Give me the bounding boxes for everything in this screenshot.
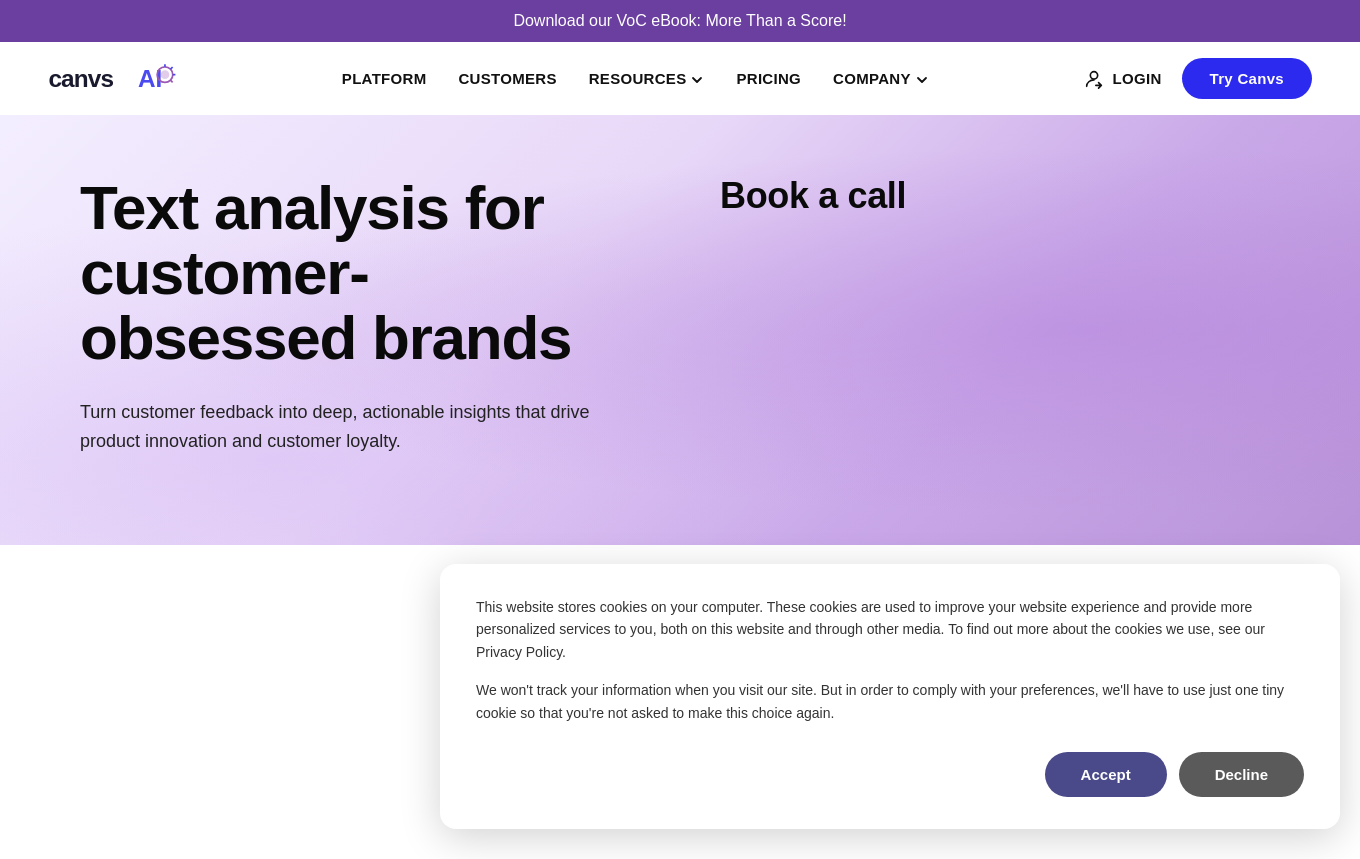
announcement-text: Download our VoC eBook: More Than a Scor… xyxy=(513,12,846,29)
hero-right: Book a call xyxy=(640,175,1280,217)
nav-link-platform[interactable]: PLATFORM xyxy=(342,70,427,87)
hero-section: Text analysis for customer-obsessed bran… xyxy=(0,115,1360,545)
nav-links: PLATFORM CUSTOMERS RESOURCES PRICING COM… xyxy=(342,70,929,87)
svg-point-8 xyxy=(1090,71,1097,78)
cookie-decline-button[interactable]: Decline xyxy=(1179,752,1304,765)
svg-text:canvs: canvs xyxy=(48,64,113,91)
nav-item-company[interactable]: COMPANY xyxy=(833,70,929,87)
nav-link-pricing[interactable]: PRICING xyxy=(736,70,801,87)
nav-right: LOGIN Try Canvs xyxy=(1083,58,1312,99)
hero-title: Text analysis for customer-obsessed bran… xyxy=(80,175,640,370)
cookie-text-1: This website stores cookies on your comp… xyxy=(476,596,1304,663)
cookie-text-2: We won't track your information when you… xyxy=(476,679,1304,724)
nav-item-pricing[interactable]: PRICING xyxy=(736,70,801,87)
login-link[interactable]: LOGIN xyxy=(1083,68,1162,90)
cookie-buttons: Accept Decline xyxy=(476,752,1304,765)
cookie-banner: This website stores cookies on your comp… xyxy=(440,564,1340,765)
announcement-bar[interactable]: Download our VoC eBook: More Than a Scor… xyxy=(0,0,1360,42)
login-icon xyxy=(1083,68,1105,90)
svg-line-7 xyxy=(171,80,173,82)
svg-line-6 xyxy=(171,67,173,69)
try-canvs-button[interactable]: Try Canvs xyxy=(1182,58,1312,99)
hero-left: Text analysis for customer-obsessed bran… xyxy=(80,175,640,456)
svg-point-3 xyxy=(161,70,170,79)
login-label: LOGIN xyxy=(1113,70,1162,87)
logo-svg: canvs AI xyxy=(48,59,188,99)
nav-link-customers[interactable]: CUSTOMERS xyxy=(458,70,556,87)
nav-item-resources[interactable]: RESOURCES xyxy=(589,70,705,87)
nav-item-customers[interactable]: CUSTOMERS xyxy=(458,70,556,87)
nav-item-platform[interactable]: PLATFORM xyxy=(342,70,427,87)
navbar: canvs AI PLATFORM CUSTOMERS RESOURCES xyxy=(0,42,1360,115)
chevron-down-icon xyxy=(690,73,704,87)
hero-subtitle: Turn customer feedback into deep, action… xyxy=(80,398,600,456)
logo-link[interactable]: canvs AI xyxy=(48,59,188,99)
chevron-down-icon-2 xyxy=(915,73,929,87)
nav-link-company[interactable]: COMPANY xyxy=(833,70,929,87)
cookie-accept-button[interactable]: Accept xyxy=(1045,752,1167,765)
nav-link-resources[interactable]: RESOURCES xyxy=(589,70,705,87)
book-call-title: Book a call xyxy=(720,175,906,217)
